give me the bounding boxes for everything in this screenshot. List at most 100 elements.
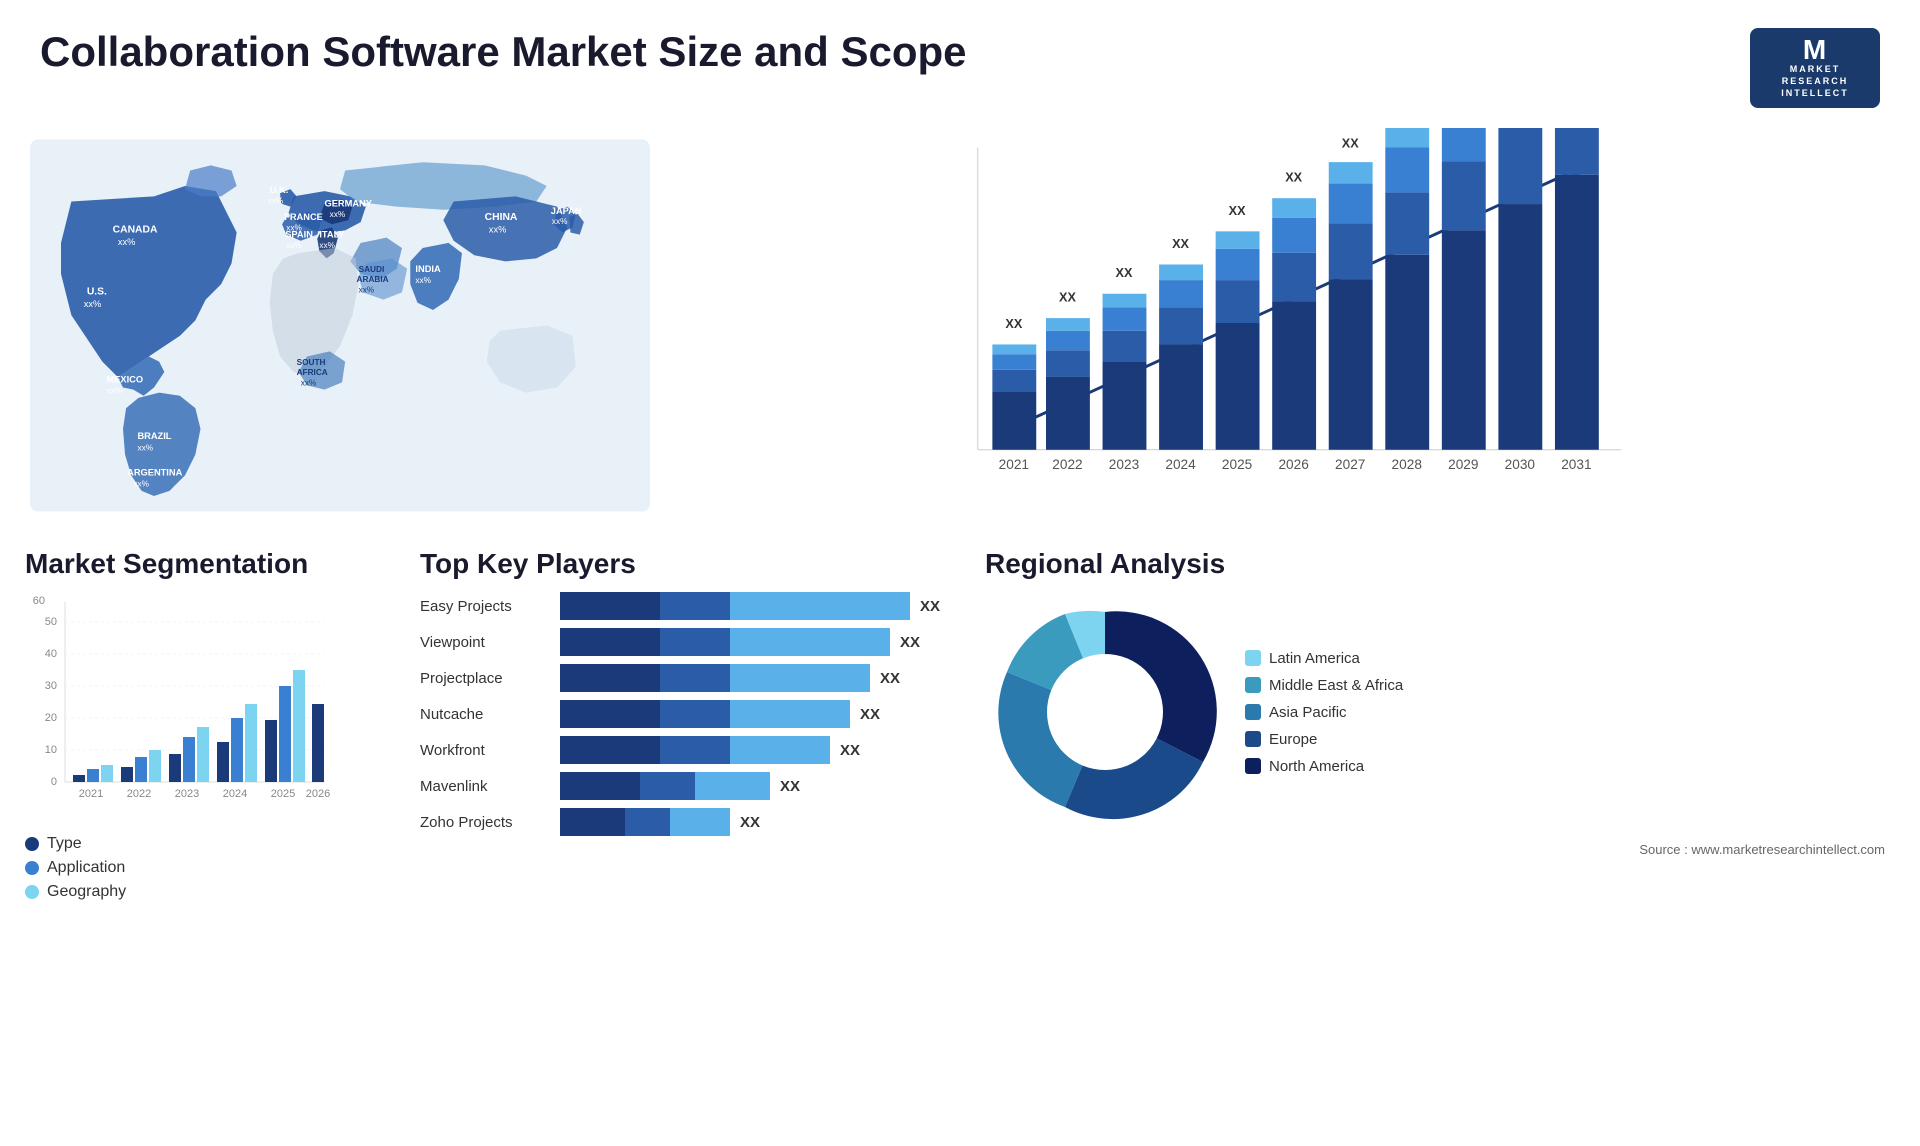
svg-text:60: 60: [33, 595, 45, 607]
logo-area: M MARKETRESEARCHINTELLECT: [1750, 28, 1880, 108]
players-list: Easy Projects XX Viewpoint: [420, 592, 960, 836]
svg-text:20: 20: [45, 712, 57, 724]
middle-east-label: Middle East & Africa: [1269, 677, 1403, 694]
latin-america-label: Latin America: [1269, 650, 1360, 667]
svg-text:50: 50: [45, 616, 57, 628]
svg-text:2025: 2025: [1222, 457, 1253, 472]
player-value: XX: [920, 598, 940, 615]
svg-text:40: 40: [45, 648, 57, 660]
svg-text:xx%: xx%: [552, 217, 568, 226]
legend-middle-east: Middle East & Africa: [1245, 677, 1403, 694]
player-bar: XX: [560, 808, 960, 836]
legend-geography: Geography: [25, 883, 395, 901]
player-value: XX: [860, 706, 880, 723]
svg-text:30: 30: [45, 680, 57, 692]
application-dot: [25, 861, 39, 875]
pie-svg: [985, 592, 1225, 832]
svg-text:xx%: xx%: [489, 225, 507, 235]
svg-text:BRAZIL: BRAZIL: [137, 431, 171, 441]
regional-section: Regional Analysis: [980, 543, 1900, 906]
svg-text:SOUTH: SOUTH: [297, 358, 326, 367]
svg-text:2025: 2025: [271, 788, 295, 800]
north-america-label: North America: [1269, 758, 1364, 775]
player-bar: XX: [560, 628, 960, 656]
svg-text:2028: 2028: [1392, 457, 1422, 472]
svg-text:xx%: xx%: [301, 378, 317, 387]
svg-text:CANADA: CANADA: [113, 225, 158, 236]
growth-bar-chart: XX XX XX XX XX: [680, 128, 1880, 518]
player-name: Nutcache: [420, 706, 550, 723]
svg-text:GERMANY: GERMANY: [325, 199, 373, 209]
legend-asia-pacific: Asia Pacific: [1245, 704, 1403, 721]
svg-text:ITALY: ITALY: [319, 230, 345, 240]
key-players-title: Top Key Players: [420, 548, 960, 580]
svg-text:xx%: xx%: [319, 241, 335, 250]
svg-text:FRANCE: FRANCE: [284, 212, 323, 222]
svg-text:XX: XX: [1285, 171, 1302, 185]
player-row: Nutcache XX: [420, 700, 960, 728]
player-name: Projectplace: [420, 670, 550, 687]
svg-text:10: 10: [45, 744, 57, 756]
svg-text:2027: 2027: [1335, 457, 1365, 472]
svg-text:2030: 2030: [1505, 457, 1536, 472]
asia-pacific-color: [1245, 704, 1261, 720]
europe-color: [1245, 731, 1261, 747]
svg-text:CHINA: CHINA: [485, 212, 518, 223]
bottom-section: Market Segmentation 0 10 20 30 40 50 60: [0, 533, 1920, 916]
svg-text:U.S.: U.S.: [87, 287, 107, 298]
player-value: XX: [900, 634, 920, 651]
player-value: XX: [780, 778, 800, 795]
svg-text:2021: 2021: [999, 457, 1029, 472]
svg-text:2023: 2023: [1109, 457, 1139, 472]
svg-text:XX: XX: [1172, 237, 1189, 251]
svg-text:0: 0: [51, 776, 57, 788]
key-players-section: Top Key Players Easy Projects XX Viewpoi…: [410, 543, 970, 906]
svg-text:xx%: xx%: [330, 210, 346, 219]
legend-application: Application: [25, 859, 395, 877]
svg-text:2022: 2022: [127, 788, 151, 800]
regional-layout: Latin America Middle East & Africa Asia …: [985, 592, 1895, 832]
source-text: Source : www.marketresearchintellect.com: [985, 842, 1895, 857]
svg-text:xx%: xx%: [106, 387, 122, 396]
player-name: Mavenlink: [420, 778, 550, 795]
svg-text:SAUDI: SAUDI: [359, 265, 385, 274]
player-name: Zoho Projects: [420, 814, 550, 831]
segmentation-section: Market Segmentation 0 10 20 30 40 50 60: [20, 543, 400, 906]
svg-text:XX: XX: [1005, 317, 1022, 331]
brand-logo: M MARKETRESEARCHINTELLECT: [1750, 28, 1880, 108]
svg-text:2022: 2022: [1052, 457, 1082, 472]
player-bar: XX: [560, 700, 960, 728]
segmentation-legend: Type Application Geography: [25, 835, 395, 901]
player-value: XX: [840, 742, 860, 759]
svg-text:xx%: xx%: [286, 241, 302, 250]
europe-label: Europe: [1269, 731, 1317, 748]
regional-title: Regional Analysis: [985, 548, 1895, 580]
svg-text:2024: 2024: [223, 788, 247, 800]
player-name: Viewpoint: [420, 634, 550, 651]
legend-type-label: Type: [47, 835, 82, 853]
legend-application-label: Application: [47, 859, 125, 877]
svg-text:XX: XX: [1116, 266, 1133, 280]
pie-chart: [985, 592, 1225, 832]
player-value: XX: [740, 814, 760, 831]
regional-legend: Latin America Middle East & Africa Asia …: [1245, 650, 1403, 775]
svg-text:xx%: xx%: [268, 197, 284, 206]
player-row: Zoho Projects XX: [420, 808, 960, 836]
svg-text:XX: XX: [1342, 137, 1359, 151]
segmentation-title: Market Segmentation: [25, 548, 395, 580]
player-name: Easy Projects: [420, 598, 550, 615]
player-bar: XX: [560, 736, 960, 764]
player-row: Viewpoint XX: [420, 628, 960, 656]
player-row: Projectplace XX: [420, 664, 960, 692]
player-name: Workfront: [420, 742, 550, 759]
svg-text:xx%: xx%: [415, 276, 431, 285]
logo-letter: M: [1803, 36, 1827, 64]
svg-text:2026: 2026: [306, 788, 330, 800]
svg-text:2026: 2026: [1278, 457, 1308, 472]
player-bar: XX: [560, 592, 960, 620]
svg-text:xx%: xx%: [118, 237, 136, 247]
svg-text:ARABIA: ARABIA: [357, 275, 389, 284]
legend-north-america: North America: [1245, 758, 1403, 775]
svg-text:XX: XX: [1229, 204, 1246, 218]
svg-text:2029: 2029: [1448, 457, 1478, 472]
